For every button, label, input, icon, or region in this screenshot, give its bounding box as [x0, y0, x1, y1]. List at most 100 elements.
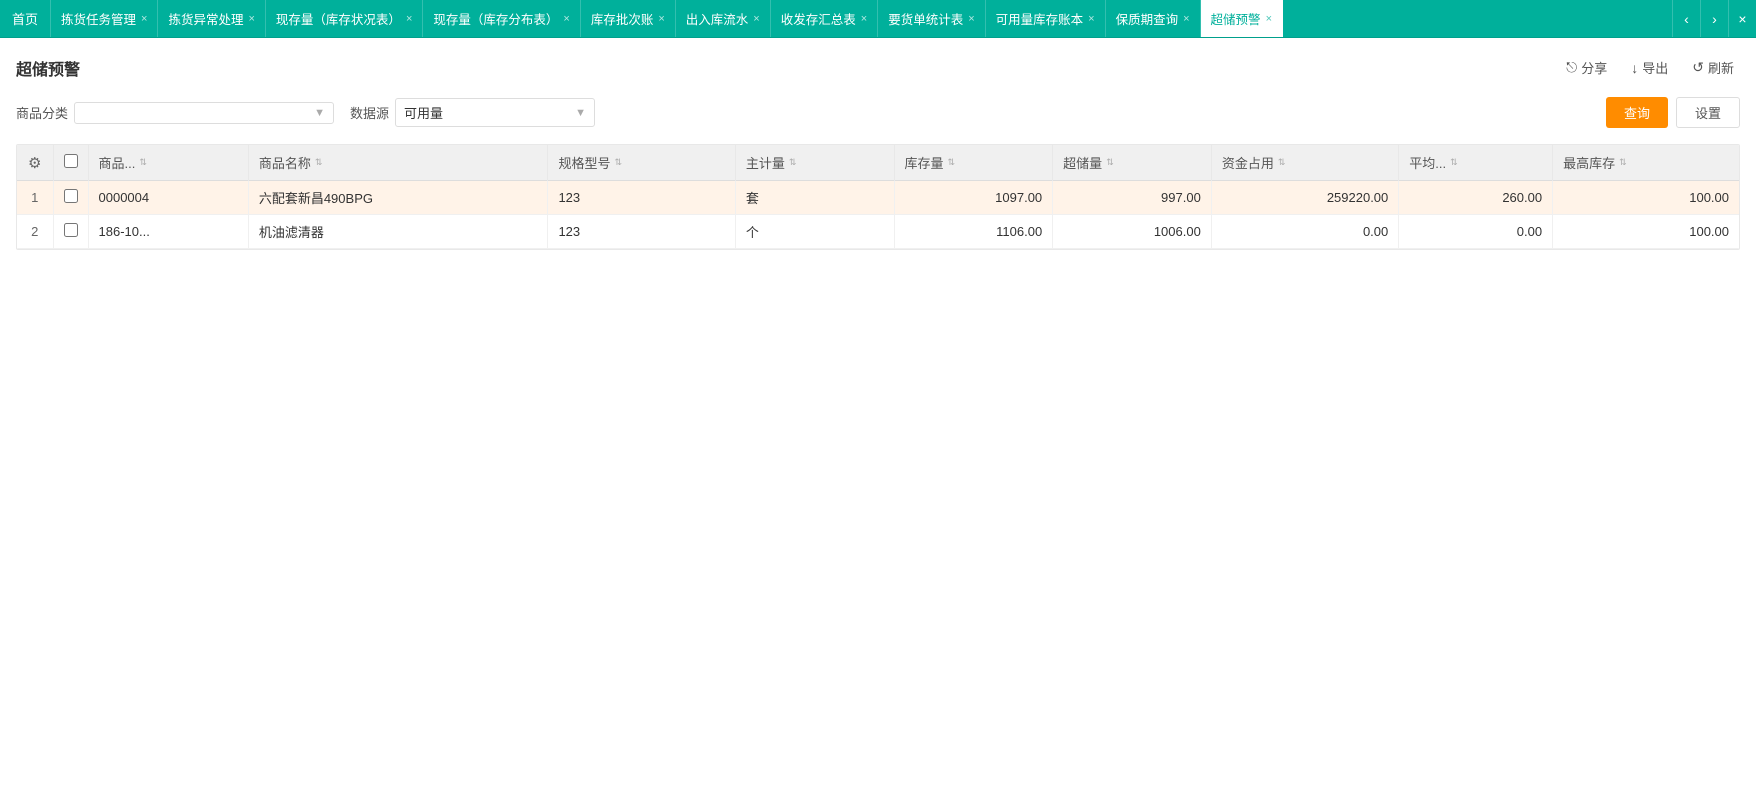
th-spec-label: 规格型号 [558, 153, 610, 172]
page-title: 超储预警 [16, 56, 80, 80]
nav-tab-close-9[interactable]: × [1183, 13, 1189, 25]
product-category-filter: 商品分类 ▼ [16, 102, 334, 124]
row-product-code-1: 0000004 [88, 181, 248, 215]
nav-tab-label-2: 现存量（库存状况表） [276, 9, 401, 28]
share-button[interactable]: ⎋ 分享 [1560, 54, 1613, 81]
row-num-1: 1 [17, 181, 53, 215]
row-select-checkbox-1[interactable] [64, 189, 78, 203]
nav-tab-4[interactable]: 库存批次账 × [581, 0, 676, 38]
nav-tab-close-10[interactable]: × [1266, 13, 1272, 25]
nav-tab-close-0[interactable]: × [141, 13, 147, 25]
row-over-stock-1: 997.00 [1053, 181, 1212, 215]
nav-tab-6[interactable]: 收发存汇总表 × [771, 0, 878, 38]
row-select-checkbox-2[interactable] [64, 223, 78, 237]
nav-tab-close-6[interactable]: × [861, 13, 867, 25]
nav-tab-label-9: 保质期查询 [1116, 9, 1179, 28]
th-over-stock[interactable]: 超储量 ⇅ [1053, 145, 1212, 181]
row-avg-1: 260.00 [1399, 181, 1553, 215]
row-unit-2: 个 [735, 215, 894, 249]
settings-button[interactable]: 设置 [1676, 97, 1740, 128]
query-button[interactable]: 查询 [1606, 97, 1668, 128]
refresh-label: 刷新 [1708, 58, 1734, 77]
row-over-stock-2: 1006.00 [1053, 215, 1212, 249]
th-stock[interactable]: 库存量 ⇅ [894, 145, 1053, 181]
row-max-stock-1: 100.00 [1553, 181, 1739, 215]
refresh-icon: ↺ [1692, 59, 1704, 76]
share-icon: ⎋ [1566, 59, 1577, 76]
nav-tab-5[interactable]: 出入库流水 × [676, 0, 771, 38]
row-unit-1: 套 [735, 181, 894, 215]
nav-tab-3[interactable]: 现存量（库存分布表） × [423, 0, 580, 38]
share-label: 分享 [1581, 58, 1607, 77]
nav-tab-close-1[interactable]: × [248, 13, 254, 25]
row-checkbox-2[interactable] [53, 215, 88, 249]
nav-arrows: ‹ › × [1672, 0, 1756, 38]
data-table: ⚙ 商品... ⇅ 商品名称 ⇅ [17, 145, 1739, 249]
nav-tab-label-10: 超储预警 [1211, 9, 1261, 28]
nav-tab-close-3[interactable]: × [563, 13, 569, 25]
nav-arrow-left[interactable]: ‹ [1672, 0, 1700, 38]
nav-tab-close-2[interactable]: × [406, 13, 412, 25]
export-button[interactable]: ↓ 导出 [1625, 54, 1674, 81]
sort-icon-over-stock: ⇅ [1106, 157, 1114, 168]
datasource-value: 可用量 [404, 103, 443, 122]
th-capital-usage[interactable]: 资金占用 ⇅ [1211, 145, 1398, 181]
export-label: 导出 [1642, 58, 1668, 77]
product-category-label: 商品分类 [16, 103, 68, 122]
header-actions: ⎋ 分享 ↓ 导出 ↺ 刷新 [1560, 54, 1740, 81]
settings-gear-icon[interactable]: ⚙ [28, 155, 41, 172]
row-checkbox-1[interactable] [53, 181, 88, 215]
filter-bar: 商品分类 ▼ 数据源 可用量 ▼ 查询 设置 [16, 97, 1740, 128]
th-avg[interactable]: 平均... ⇅ [1399, 145, 1553, 181]
nav-tab-7[interactable]: 要货单统计表 × [878, 0, 985, 38]
nav-tab-label-4: 库存批次账 [591, 9, 654, 28]
table-row: 1 0000004 六配套新昌490BPG 123 套 1097.00 997.… [17, 181, 1739, 215]
nav-tab-close-5[interactable]: × [753, 13, 759, 25]
refresh-button[interactable]: ↺ 刷新 [1686, 54, 1740, 81]
sort-icon-product-code: ⇅ [139, 157, 147, 168]
row-spec-1: 123 [548, 181, 735, 215]
nav-tab-label-1: 拣货异常处理 [168, 9, 243, 28]
row-product-name-2: 机油滤清器 [248, 215, 548, 249]
select-all-checkbox[interactable] [64, 154, 78, 168]
product-category-select[interactable]: ▼ [74, 102, 334, 124]
nav-arrow-right[interactable]: › [1700, 0, 1728, 38]
nav-arrow-close[interactable]: × [1728, 0, 1756, 38]
th-checkbox[interactable] [53, 145, 88, 181]
th-product-name[interactable]: 商品名称 ⇅ [248, 145, 548, 181]
nav-tab-10[interactable]: 超储预警 × [1201, 0, 1283, 38]
th-max-stock-label: 最高库存 [1563, 153, 1615, 172]
row-stock-1: 1097.00 [894, 181, 1053, 215]
sort-icon-spec: ⇅ [614, 157, 622, 168]
nav-tab-9[interactable]: 保质期查询 × [1106, 0, 1201, 38]
nav-tab-close-8[interactable]: × [1088, 13, 1094, 25]
nav-tab-8[interactable]: 可用量库存账本 × [986, 0, 1106, 38]
nav-tab-label-5: 出入库流水 [686, 9, 749, 28]
th-product-code[interactable]: 商品... ⇅ [88, 145, 248, 181]
nav-tab-close-7[interactable]: × [968, 13, 974, 25]
datasource-select[interactable]: 可用量 ▼ [395, 98, 595, 127]
nav-tab-label-3: 现存量（库存分布表） [433, 9, 558, 28]
datasource-filter: 数据源 可用量 ▼ [350, 98, 595, 127]
page-header: 超储预警 ⎋ 分享 ↓ 导出 ↺ 刷新 [16, 54, 1740, 81]
nav-tab-label-8: 可用量库存账本 [996, 9, 1084, 28]
nav-home[interactable]: 首页 [0, 0, 51, 38]
th-max-stock[interactable]: 最高库存 ⇅ [1553, 145, 1739, 181]
row-num-2: 2 [17, 215, 53, 249]
nav-tab-label-7: 要货单统计表 [888, 9, 963, 28]
th-product-name-label: 商品名称 [259, 153, 311, 172]
th-unit[interactable]: 主计量 ⇅ [735, 145, 894, 181]
nav-tab-1[interactable]: 拣货异常处理 × [158, 0, 265, 38]
nav-tab-2[interactable]: 现存量（库存状况表） × [266, 0, 423, 38]
th-gear[interactable]: ⚙ [17, 145, 53, 181]
th-capital-usage-label: 资金占用 [1222, 153, 1274, 172]
nav-tab-close-4[interactable]: × [658, 13, 664, 25]
table-header-row: ⚙ 商品... ⇅ 商品名称 ⇅ [17, 145, 1739, 181]
row-product-code-2: 186-10... [88, 215, 248, 249]
th-spec[interactable]: 规格型号 ⇅ [548, 145, 735, 181]
sort-icon-stock: ⇅ [948, 157, 956, 168]
sort-icon-max-stock: ⇅ [1619, 157, 1627, 168]
sort-icon-avg: ⇅ [1450, 157, 1458, 168]
table-row: 2 186-10... 机油滤清器 123 个 1106.00 1006.00 … [17, 215, 1739, 249]
nav-tab-0[interactable]: 拣货任务管理 × [51, 0, 158, 38]
